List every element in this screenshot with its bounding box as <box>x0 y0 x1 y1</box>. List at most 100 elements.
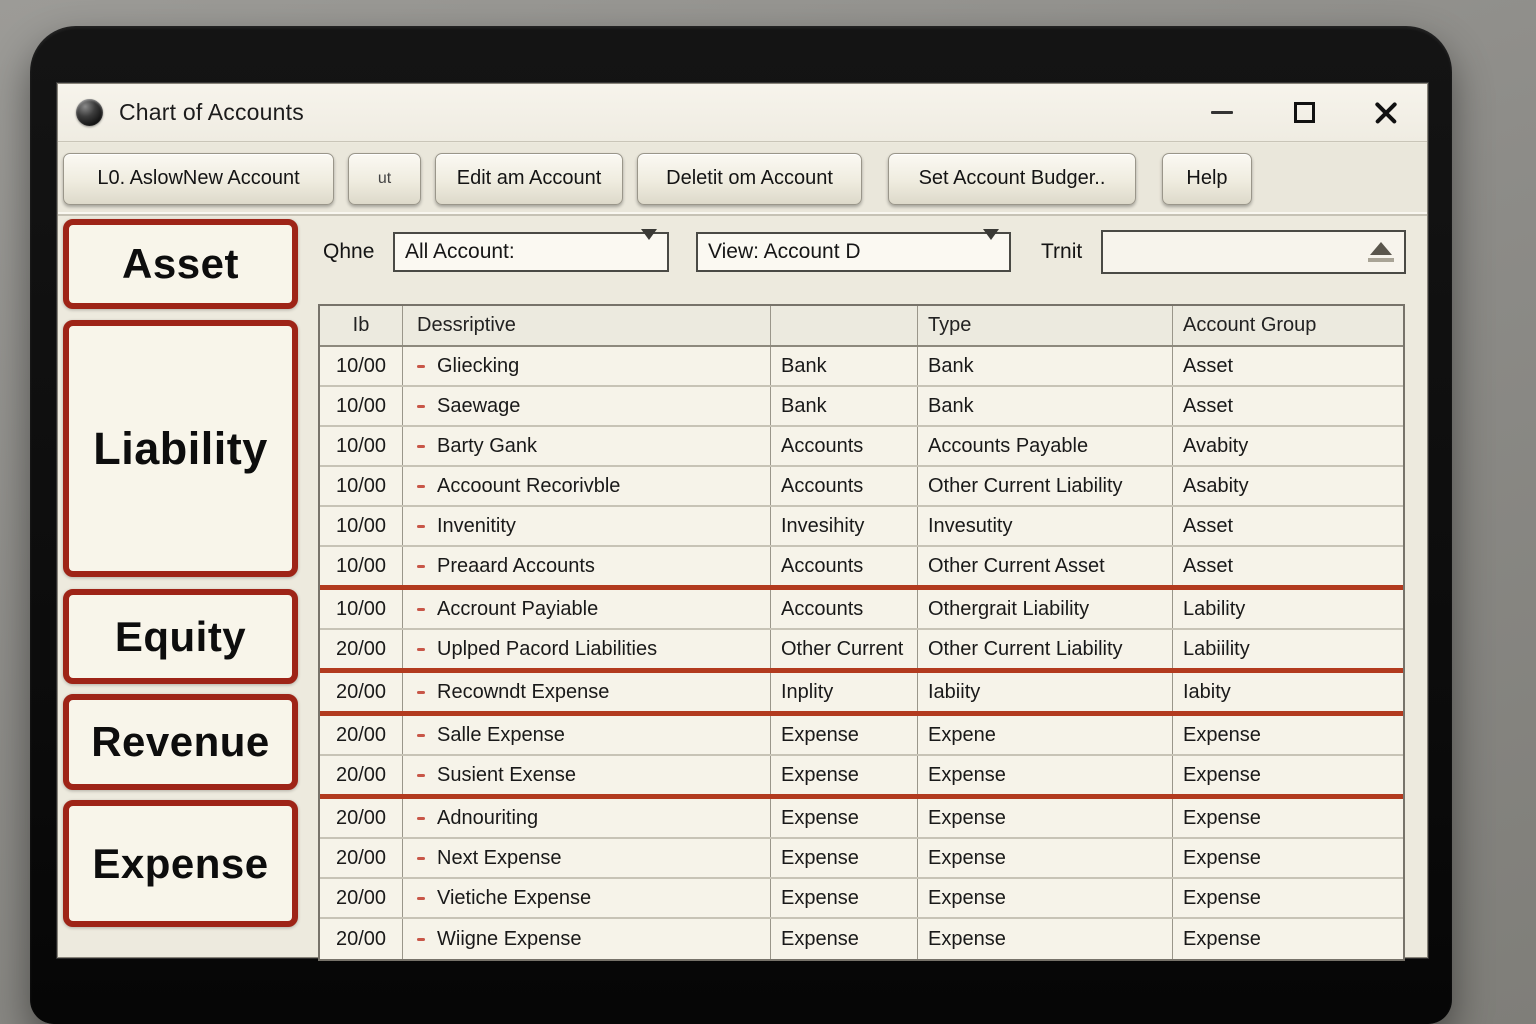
chart-of-accounts-window: Chart of Accounts L0. AslowNew Account ut… <box>57 83 1428 961</box>
cell-description: Invenitity <box>403 507 771 545</box>
cell-subtype: Accounts <box>771 547 918 585</box>
table-row[interactable]: 20/00 Uplped Pacord Liabilities Other Curr… <box>320 630 1403 673</box>
delete-account-button[interactable]: Deletit om Account <box>637 152 862 205</box>
cell-description: Accoount Recorivble <box>403 467 771 505</box>
cell-subtype: Expense <box>771 716 918 754</box>
cell-id: 20/00 <box>320 756 403 794</box>
table-row[interactable]: 10/00 Barty Gank Accounts Accounts Payable A… <box>320 427 1403 467</box>
table-row[interactable]: 10/00 Gliecking Bank Bank Asset <box>320 347 1403 387</box>
chevron-down-icon <box>983 229 999 264</box>
table-row[interactable]: 10/00 Invenitity Invesihity Invesutity Asset <box>320 507 1403 547</box>
row-marker-icon <box>417 690 425 694</box>
cell-type: Iabiity <box>918 673 1173 711</box>
cell-subtype: Expense <box>771 799 918 837</box>
cell-subtype: Bank <box>771 347 918 385</box>
spin-input[interactable] <box>1109 236 1360 268</box>
row-marker-icon <box>417 816 425 820</box>
cell-description: Gliecking <box>403 347 771 385</box>
row-marker-icon <box>417 444 425 448</box>
cell-description: Adnouriting <box>403 799 771 837</box>
cell-group: Labiility <box>1183 637 1250 660</box>
cell-type: Bank <box>918 387 1173 425</box>
column-header-type[interactable]: Type <box>918 306 1173 345</box>
cell-type: Expense <box>918 879 1173 917</box>
column-header-account-group[interactable]: Account Group <box>1173 306 1403 345</box>
cell-type: Othergrait Liability <box>918 590 1173 628</box>
cell-subtype: Other Current <box>771 630 918 668</box>
category-box-equity[interactable]: Equity <box>63 589 298 684</box>
cell-group: Expense <box>1183 763 1261 786</box>
row-marker-icon <box>417 404 425 408</box>
cell-group: Asset <box>1183 354 1234 377</box>
table-row[interactable]: 10/00 Accrount Payiable Accounts Othergrait… <box>320 590 1403 630</box>
cell-type: Expense <box>918 919 1173 959</box>
description-text: Saewage <box>437 394 521 417</box>
table-row[interactable]: 20/00 Adnouriting Expense Expense Expense <box>320 799 1403 839</box>
table-row[interactable]: 20/00 Recowndt Expense Inplity Iabiity Iabit… <box>320 673 1403 716</box>
cell-subtype: Expense <box>771 919 918 959</box>
cell-subtype: Accounts <box>771 590 918 628</box>
cell-description: Recowndt Expense <box>403 673 771 711</box>
spinner-up-button[interactable] <box>1368 242 1394 262</box>
accounts-dropdown-value: All Account: <box>405 240 515 263</box>
cell-group: Asset <box>1183 514 1234 537</box>
edit-account-button[interactable]: Edit am Account <box>435 152 623 205</box>
category-box-revenue[interactable]: Revenue <box>63 694 298 790</box>
category-box-liability[interactable]: Liability <box>63 320 298 577</box>
cell-subtype: Accounts <box>771 427 918 465</box>
minimize-button[interactable] <box>1207 98 1237 128</box>
view-dropdown[interactable]: View: Account D <box>696 229 1011 272</box>
category-box-asset[interactable]: Asset <box>63 219 298 309</box>
table-row[interactable]: 20/00 Salle Expense Expense Expene Expense <box>320 716 1403 756</box>
column-header-dessriptive[interactable]: Dessriptive <box>403 306 771 345</box>
cell-group: Expense <box>1183 886 1261 909</box>
cell-group: Expense <box>1183 846 1261 869</box>
description-text: Next Expense <box>437 846 562 869</box>
table-header-row: Ib Dessriptive Type Account Group <box>320 306 1403 347</box>
description-text: Recowndt Expense <box>437 680 610 703</box>
row-marker-icon <box>417 364 425 368</box>
category-box-expense[interactable]: Expense <box>63 800 298 927</box>
accounts-dropdown[interactable]: All Account: <box>393 229 669 272</box>
window-controls <box>1207 98 1401 128</box>
cell-subtype: Expense <box>771 839 918 877</box>
spin-field <box>1101 230 1406 274</box>
table-row[interactable]: 20/00 Vietiche Expense Expense Expense Expen… <box>320 879 1403 919</box>
view-dropdown-value: View: Account D <box>708 240 861 263</box>
cell-description: Vietiche Expense <box>403 879 771 917</box>
row-marker-icon <box>417 937 425 941</box>
cell-group: Expense <box>1183 927 1261 950</box>
table-row[interactable]: 20/00 Wiigne Expense Expense Expense Expense <box>320 919 1403 959</box>
table-row[interactable]: 10/00 Accoount Recorivble Accounts Other Cu… <box>320 467 1403 507</box>
maximize-button[interactable] <box>1289 98 1319 128</box>
description-text: Uplped Pacord Liabilities <box>437 637 658 660</box>
minimize-icon <box>1211 111 1233 114</box>
column-header-ib[interactable]: Ib <box>320 306 403 345</box>
cell-group: Avabity <box>1183 434 1249 457</box>
table-row[interactable]: 10/00 Preaard Accounts Accounts Other Curre… <box>320 547 1403 590</box>
cell-description: Wiigne Expense <box>403 919 771 959</box>
description-text: Susient Exense <box>437 763 576 786</box>
set-account-budget-button[interactable]: Set Account Budger.. <box>888 152 1136 205</box>
accounts-table: Ib Dessriptive Type Account Group 10/00 Gliec… <box>318 304 1405 961</box>
cell-type: Expense <box>918 839 1173 877</box>
table-row[interactable]: 20/00 Susient Exense Expense Expense Expense <box>320 756 1403 799</box>
cell-type: Invesutity <box>918 507 1173 545</box>
row-marker-icon <box>417 607 425 611</box>
cell-id: 20/00 <box>320 716 403 754</box>
row-marker-icon <box>417 896 425 900</box>
cell-group: Asset <box>1183 554 1234 577</box>
cell-description: Barty Gank <box>403 427 771 465</box>
cell-type: Bank <box>918 347 1173 385</box>
help-button[interactable]: Help <box>1162 152 1252 205</box>
cell-group: Lability <box>1183 597 1246 620</box>
table-row[interactable]: 10/00 Saewage Bank Bank Asset <box>320 387 1403 427</box>
close-button[interactable] <box>1371 98 1401 128</box>
cell-id: 10/00 <box>320 387 403 425</box>
description-text: Vietiche Expense <box>437 886 592 909</box>
list-small-button[interactable]: ut <box>348 152 421 205</box>
cell-description: Preaard Accounts <box>403 547 771 585</box>
column-header-blank[interactable] <box>771 306 918 345</box>
table-row[interactable]: 20/00 Next Expense Expense Expense Expense <box>320 839 1403 879</box>
cell-id: 10/00 <box>320 547 403 585</box>
